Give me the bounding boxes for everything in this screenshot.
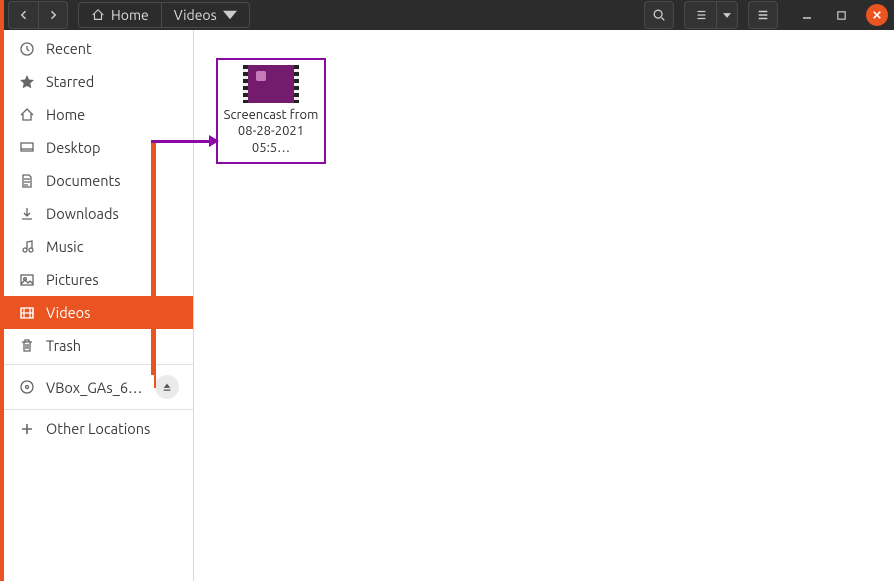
eject-button[interactable] — [155, 375, 179, 399]
minimize-button[interactable] — [798, 6, 816, 24]
toolbar-right — [644, 1, 888, 29]
caret-down-icon — [723, 13, 731, 18]
maximize-icon — [836, 10, 847, 21]
nav-forward-button[interactable] — [38, 1, 68, 29]
sidebar-item-music[interactable]: Music — [4, 230, 193, 263]
sidebar-item-label: VBox_GAs_6.… — [46, 379, 145, 396]
sidebar-item-label: Starred — [46, 73, 179, 90]
video-icon — [19, 305, 35, 321]
sidebar-item-documents[interactable]: Documents — [4, 164, 193, 197]
annotation-bracket — [154, 140, 156, 388]
star-icon — [19, 74, 35, 90]
disc-icon — [19, 379, 35, 395]
main-area: Recent Starred Home Desktop Documents Do… — [4, 30, 894, 581]
sidebar-item-label: Music — [46, 238, 179, 255]
sidebar-item-label: Documents — [46, 172, 179, 189]
sidebar-item-label: Trash — [46, 337, 179, 354]
picture-icon — [19, 272, 35, 288]
menu-icon — [756, 8, 770, 22]
sidebar-item-recent[interactable]: Recent — [4, 32, 193, 65]
list-icon — [694, 8, 708, 22]
annotation-vertical-line — [151, 141, 154, 375]
sidebar-item-label: Other Locations — [46, 420, 179, 437]
file-name-label: Screencast from 08-28-2021 05:5… — [222, 107, 320, 156]
nav-back-button[interactable] — [8, 1, 38, 29]
sidebar-item-downloads[interactable]: Downloads — [4, 197, 193, 230]
breadcrumb: Home Videos — [78, 2, 250, 28]
sidebar-item-label: Videos — [46, 304, 179, 321]
caret-down-icon — [223, 8, 237, 22]
desktop-icon — [19, 140, 35, 156]
eject-icon — [162, 382, 172, 392]
window-controls — [798, 4, 888, 26]
trash-icon — [19, 338, 35, 354]
sidebar-item-label: Recent — [46, 40, 179, 57]
sidebar-item-pictures[interactable]: Pictures — [4, 263, 193, 296]
minimize-icon — [801, 9, 813, 21]
sidebar-item-other-locations[interactable]: Other Locations — [4, 409, 193, 445]
sidebar-item-starred[interactable]: Starred — [4, 65, 193, 98]
chevron-right-icon — [47, 9, 59, 21]
close-icon — [872, 10, 882, 20]
breadcrumb-label: Videos — [174, 7, 217, 23]
search-button[interactable] — [644, 1, 674, 29]
sidebar-item-label: Pictures — [46, 271, 179, 288]
document-icon — [19, 173, 35, 189]
download-icon — [19, 206, 35, 222]
sidebar-item-label: Downloads — [46, 205, 179, 222]
music-icon — [19, 239, 35, 255]
breadcrumb-label: Home — [111, 7, 149, 23]
sidebar-item-videos[interactable]: Videos — [4, 296, 193, 329]
sidebar-item-desktop[interactable]: Desktop — [4, 131, 193, 164]
annotation-arrow-line — [151, 140, 211, 143]
breadcrumb-home[interactable]: Home — [79, 3, 162, 27]
sidebar-item-trash[interactable]: Trash — [4, 329, 193, 362]
chevron-left-icon — [18, 9, 30, 21]
view-dropdown-button[interactable] — [716, 1, 738, 29]
close-button[interactable] — [866, 4, 888, 26]
sidebar: Recent Starred Home Desktop Documents Do… — [4, 30, 194, 581]
hamburger-menu-button[interactable] — [748, 1, 778, 29]
home-icon — [19, 107, 35, 123]
video-thumbnail — [243, 65, 299, 103]
search-icon — [652, 8, 666, 22]
annotation-arrow-head — [209, 135, 219, 147]
maximize-button[interactable] — [832, 6, 850, 24]
titlebar: Home Videos — [4, 0, 894, 30]
home-icon — [91, 8, 105, 22]
breadcrumb-videos[interactable]: Videos — [162, 3, 249, 27]
sidebar-item-label: Home — [46, 106, 179, 123]
file-item[interactable]: Screencast from 08-28-2021 05:5… — [216, 58, 326, 164]
view-mode-toggle — [684, 1, 738, 29]
list-view-button[interactable] — [684, 1, 716, 29]
sidebar-item-home[interactable]: Home — [4, 98, 193, 131]
recent-icon — [19, 41, 35, 57]
sidebar-item-vbox-gas[interactable]: VBox_GAs_6.… — [4, 364, 193, 407]
plus-icon — [19, 421, 35, 437]
